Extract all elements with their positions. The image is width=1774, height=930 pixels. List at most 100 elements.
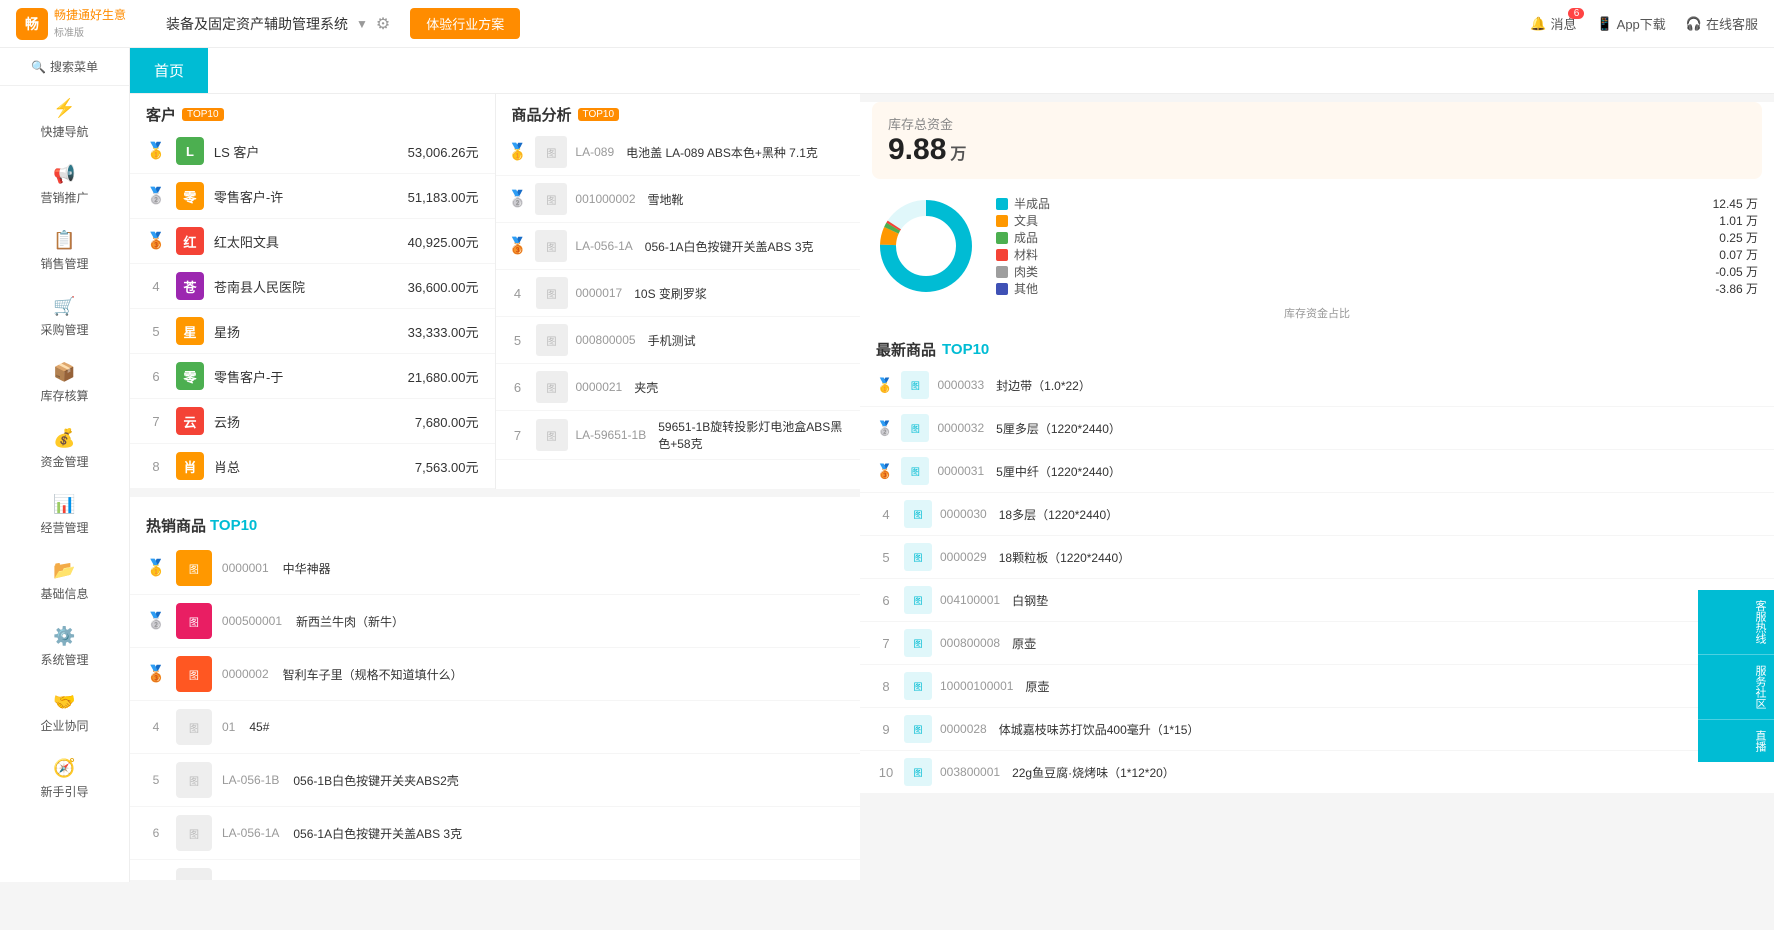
product-name: 原壶	[1025, 678, 1758, 695]
product-name: 体城嘉枝味苏打饮品400毫升（1*15）	[999, 721, 1758, 738]
legend-item: 半成品 12.45 万	[996, 195, 1758, 212]
legend-item: 成品 0.25 万	[996, 229, 1758, 246]
hot-product-item: 4 图 01 45#	[130, 701, 860, 754]
medal-icon: 🥇	[146, 558, 166, 578]
product-code: 0000031	[937, 464, 984, 478]
product-name: 中华神器	[283, 560, 844, 577]
bell-icon: 🔔	[1530, 16, 1546, 32]
medal-icon: 🥉	[146, 231, 166, 251]
product-code: 0000033	[937, 378, 984, 392]
rank-number: 5	[146, 324, 166, 339]
sidebar-item-marketing[interactable]: 📢 营销推广	[0, 152, 129, 218]
float-btn-community[interactable]: 服务社区	[1698, 655, 1774, 720]
headset-icon: 🎧	[1686, 16, 1702, 32]
new-product-image: 图	[904, 715, 932, 743]
rank-number: 10	[876, 765, 896, 780]
rank-number: 7	[146, 879, 166, 880]
hot-products-title: 热销商品	[146, 515, 206, 536]
new-product-item: 7 图 000800008 原壶	[860, 622, 1774, 665]
customer-amount: 7,563.00元	[415, 457, 479, 476]
new-products-section: 最新商品 TOP10 🥇 图 0000033 封边带（1.0*22） 🥈 图 0…	[860, 329, 1774, 794]
product-code: LA-59651-1B	[576, 428, 647, 442]
product-name: 智利车子里（规格不知道填什么）	[283, 666, 844, 683]
finance-icon: 💰	[53, 428, 75, 449]
home-tab[interactable]: 首页	[130, 48, 208, 93]
product-name: 电池盖 LA-089 ABS本色+黑种 7.1克	[626, 144, 848, 161]
product-name: 雪地靴	[648, 191, 849, 208]
product-code: 0000017	[576, 286, 623, 300]
product-analysis-item: 6 图 0000021 夹壳	[496, 364, 861, 411]
legend-color	[996, 198, 1008, 210]
customer-name: 苍南县人民医院	[214, 277, 398, 296]
hot-product-item: 7 图 NB2.0X30B 2.0X30MM双搓花轴.搓花直径2.1MM/ROH…	[130, 860, 860, 880]
left-section: 客户 TOP10 🥇 L LS 客户 53,006.26元 🥈 零 零售客户-许…	[130, 94, 860, 880]
medal-icon: 🥉	[508, 236, 528, 256]
page-header: 首页	[130, 48, 1774, 94]
product-thumbnail-placeholder: 图	[176, 815, 212, 851]
product-name: 封边带（1.0*22）	[996, 377, 1758, 394]
new-product-item: 5 图 0000029 18颗粒板（1220*2440）	[860, 536, 1774, 579]
chevron-down-icon[interactable]: ▼	[356, 17, 368, 31]
logo-text: 畅捷通好生意	[54, 8, 126, 24]
sidebar-item-enterprise[interactable]: 🤝 企业协同	[0, 680, 129, 746]
legend-item: 其他 -3.86 万	[996, 280, 1758, 297]
rank-number: 8	[876, 679, 896, 694]
sidebar-item-quicknav[interactable]: ⚡ 快捷导航	[0, 86, 129, 152]
new-product-image: 图	[904, 586, 932, 614]
medal-icon: 🥇	[146, 141, 166, 161]
trial-button[interactable]: 体验行业方案	[410, 8, 520, 39]
sidebar-item-basic[interactable]: 📂 基础信息	[0, 548, 129, 614]
products-title: 商品分析	[512, 104, 572, 125]
rank-number: 6	[146, 369, 166, 384]
product-name: 夹壳	[634, 379, 848, 396]
customer-avatar: L	[176, 137, 204, 165]
new-product-image: 图	[904, 500, 932, 528]
product-thumbnail: 图	[176, 603, 212, 639]
product-code: 0000021	[576, 380, 623, 394]
app-download-button[interactable]: 📱 App下载	[1596, 14, 1665, 33]
search-menu-item[interactable]: 🔍 搜索菜单	[0, 48, 129, 86]
legend-name: 肉类	[1014, 263, 1038, 280]
sidebar-item-operations[interactable]: 📊 经营管理	[0, 482, 129, 548]
float-btn-direct[interactable]: 直播	[1698, 720, 1774, 762]
rank-number: 5	[876, 550, 896, 565]
system-name: 装备及固定资产辅助管理系统	[166, 14, 348, 34]
customer-amount: 36,600.00元	[408, 277, 479, 296]
product-name: 10S 变刷罗浆	[634, 285, 848, 302]
sidebar-item-sales[interactable]: 📋 销售管理	[0, 218, 129, 284]
sidebar-item-guide[interactable]: 🧭 新手引导	[0, 746, 129, 812]
inventory-card: 库存总资金 9.88 万	[872, 102, 1762, 179]
sidebar-item-inventory[interactable]: 📦 库存核算	[0, 350, 129, 416]
inventory-legend: 半成品 12.45 万 文具 1.01 万 成品 0.25 万 材料 0.07 …	[996, 195, 1758, 297]
rank-number: 4	[146, 279, 166, 294]
topbar-right: 🔔 消息 6 📱 App下载 🎧 在线客服	[1530, 14, 1758, 33]
customers-header: 客户 TOP10	[130, 94, 495, 129]
float-buttons: 客服热线服务社区直播	[1698, 590, 1774, 762]
product-name: 056-1A白色按键开关盖ABS 3克	[645, 238, 848, 255]
customer-list-item: 4 苍 苍南县人民医院 36,600.00元	[130, 264, 495, 309]
product-analysis-item: 7 图 LA-59651-1B 59651-1B旋转投影灯电池盒ABS黑色+58…	[496, 411, 861, 460]
sidebar-item-finance[interactable]: 💰 资金管理	[0, 416, 129, 482]
gear-icon[interactable]: ⚙	[376, 14, 390, 34]
search-label: 搜索菜单	[50, 58, 98, 75]
product-code: 001000002	[575, 192, 635, 206]
products-list: 🥇 图 LA-089 电池盖 LA-089 ABS本色+黑种 7.1克 🥈 图 …	[496, 129, 861, 460]
rank-number: 8	[146, 459, 166, 474]
layout: 🔍 搜索菜单 ⚡ 快捷导航 📢 营销推广 📋 销售管理 🛒 采购管理 📦 库存核…	[0, 48, 1774, 882]
mobile-icon: 📱	[1596, 16, 1612, 32]
customers-list: 🥇 L LS 客户 53,006.26元 🥈 零 零售客户-许 51,183.0…	[130, 129, 495, 489]
sidebar-item-purchase[interactable]: 🛒 采购管理	[0, 284, 129, 350]
donut-chart	[876, 196, 976, 296]
product-name: 18颗粒板（1220*2440）	[999, 549, 1758, 566]
guide-icon: 🧭	[53, 758, 75, 779]
online-service-button[interactable]: 🎧 在线客服	[1686, 14, 1758, 33]
customer-name: 肖总	[214, 457, 405, 476]
product-name: 新西兰牛肉（新牛）	[296, 613, 844, 630]
new-product-item: 9 图 0000028 体城嘉枝味苏打饮品400毫升（1*15）	[860, 708, 1774, 751]
medal-icon: 🥈	[876, 420, 893, 437]
product-image: 图	[536, 419, 568, 451]
notifications-button[interactable]: 🔔 消息 6	[1530, 14, 1576, 33]
sidebar-item-system[interactable]: ⚙️ 系统管理	[0, 614, 129, 680]
customer-list-item: 5 星 星扬 33,333.00元	[130, 309, 495, 354]
float-btn-service[interactable]: 客服热线	[1698, 590, 1774, 655]
